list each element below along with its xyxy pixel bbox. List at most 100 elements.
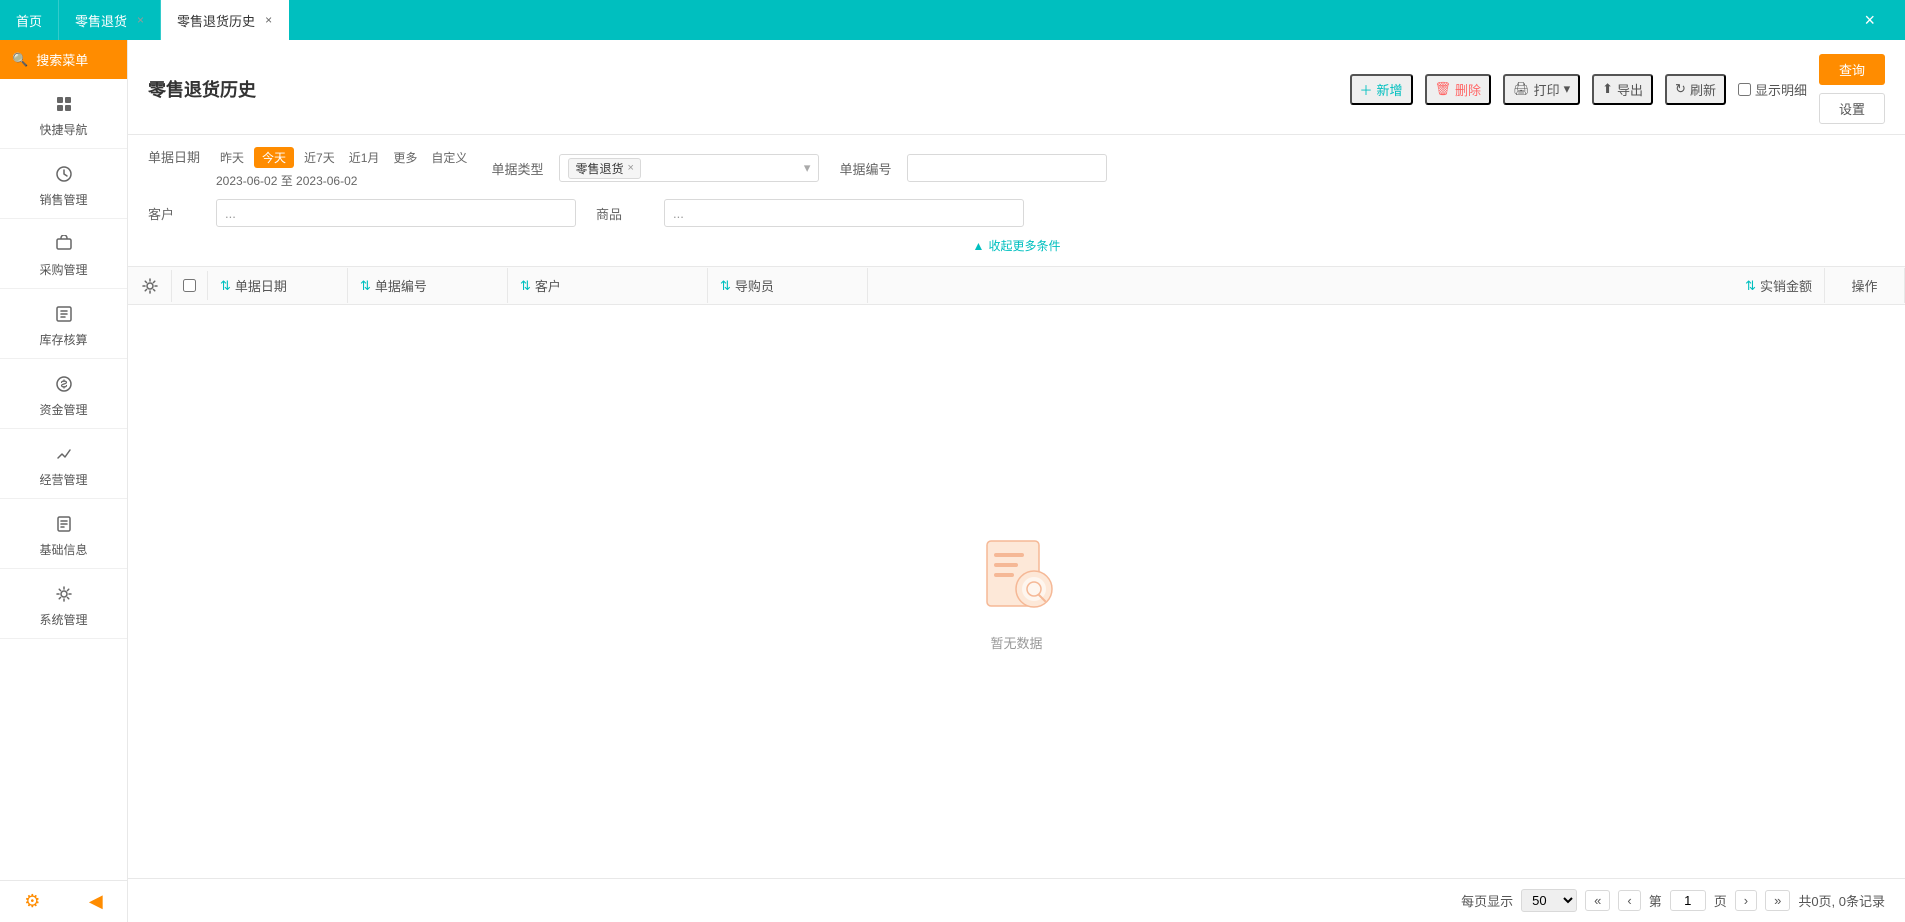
sidebar-item-sales-mgmt[interactable]: 销售管理 <box>0 149 127 219</box>
col-amount-sort-icon: ⇅ <box>1745 278 1756 294</box>
tab-retail-return[interactable]: 零售退货 × <box>59 0 161 40</box>
pagination: 每页显示 50 20 100 « ‹ 第 页 › » 共0页, 0条记录 <box>128 878 1905 922</box>
inventory-icon <box>53 303 75 325</box>
table-area: ⇅ 单据日期 ⇅ 单据编号 ⇅ 客户 ⇅ 导购员 ⇅ 实销金额 <box>128 267 1905 878</box>
prev-page-button[interactable]: ‹ <box>1618 890 1640 911</box>
sidebar-settings-button[interactable]: ⚙ <box>24 891 40 912</box>
doc-num-input[interactable] <box>907 154 1107 182</box>
date-btn-7days[interactable]: 近7天 <box>300 147 339 168</box>
add-button[interactable]: ＋ 新增 <box>1350 74 1413 105</box>
refresh-button[interactable]: ↻ 刷新 <box>1665 74 1726 105</box>
quick-nav-icon <box>53 93 75 115</box>
tab-retail-return-history-close[interactable]: × <box>265 13 272 27</box>
col-customer[interactable]: ⇅ 客户 <box>508 268 708 303</box>
col-amount-label: 实销金额 <box>1760 276 1812 295</box>
first-page-button[interactable]: « <box>1585 890 1610 911</box>
col-guide-label: 导购员 <box>735 276 774 295</box>
date-filter-group: 单据日期 昨天 今天 近7天 近1月 更多 自定义 2023-06-02 至 2… <box>148 147 471 189</box>
basic-info-icon <box>53 513 75 535</box>
empty-illustration <box>972 531 1062 621</box>
add-icon: ＋ <box>1360 80 1373 99</box>
doc-type-dropdown-icon: ▾ <box>804 160 811 176</box>
export-label: 导出 <box>1617 80 1643 99</box>
tab-retail-return-history-label: 零售退货历史 <box>177 11 255 30</box>
delete-button[interactable]: 🗑 删除 <box>1425 74 1492 105</box>
sidebar-search-label: 搜索菜单 <box>36 50 88 69</box>
date-range-display: 2023-06-02 至 2023-06-02 <box>216 172 471 189</box>
page-header: 零售退货历史 ＋ 新增 🗑 删除 🖨 打印 ▾ ⬆ 导出 <box>128 40 1905 135</box>
col-amount[interactable]: ⇅ 实销金额 <box>868 268 1825 303</box>
sidebar-collapse-button[interactable]: ◀ <box>89 891 103 912</box>
sidebar-item-purchase-mgmt[interactable]: 采购管理 <box>0 219 127 289</box>
col-checkbox[interactable] <box>172 271 208 300</box>
date-btn-custom[interactable]: 自定义 <box>427 147 471 168</box>
delete-icon: 🗑 <box>1435 81 1452 97</box>
print-label: 打印 <box>1534 80 1560 99</box>
col-guide[interactable]: ⇅ 导购员 <box>708 268 868 303</box>
sidebar-item-basic-info[interactable]: 基础信息 <box>0 499 127 569</box>
customer-input[interactable]: ... <box>216 199 576 227</box>
sidebar-item-finance[interactable]: 资金管理 <box>0 359 127 429</box>
query-button[interactable]: 查询 <box>1819 54 1885 85</box>
doc-type-select[interactable]: 零售退货 × ▾ <box>559 154 819 182</box>
col-date[interactable]: ⇅ 单据日期 <box>208 268 348 303</box>
date-btn-1month[interactable]: 近1月 <box>345 147 384 168</box>
sidebar-item-system-mgmt-label: 系统管理 <box>39 611 87 628</box>
sidebar-item-quick-nav-label: 快捷导航 <box>39 121 87 138</box>
doc-type-tag-close[interactable]: × <box>627 162 633 174</box>
collapse-button[interactable]: ▲ 收起更多条件 <box>973 237 1061 254</box>
sidebar-item-purchase-mgmt-label: 采购管理 <box>39 261 87 278</box>
tab-retail-return-close[interactable]: × <box>137 13 144 27</box>
system-mgmt-icon <box>53 583 75 605</box>
export-button[interactable]: ⬆ 导出 <box>1592 74 1653 105</box>
page-number-input[interactable] <box>1670 890 1706 911</box>
page-size-select[interactable]: 50 20 100 <box>1521 889 1577 912</box>
total-info: 共0页, 0条记录 <box>1798 891 1885 910</box>
jump-label: 第 <box>1649 891 1662 910</box>
filter-row-collapse: ▲ 收起更多条件 <box>148 237 1885 254</box>
select-all-checkbox[interactable] <box>183 279 196 292</box>
content-area: 零售退货历史 ＋ 新增 🗑 删除 🖨 打印 ▾ ⬆ 导出 <box>128 40 1905 922</box>
show-detail-checkbox-label[interactable]: 显示明细 <box>1738 80 1807 99</box>
sidebar-item-system-mgmt[interactable]: 系统管理 <box>0 569 127 639</box>
sidebar-search[interactable]: 🔍 搜索菜单 <box>0 40 127 79</box>
empty-state: 暂无数据 <box>128 305 1905 878</box>
sidebar-item-operations[interactable]: 经营管理 <box>0 429 127 499</box>
page-size-label: 每页显示 <box>1461 891 1513 910</box>
col-action: 操作 <box>1825 268 1905 303</box>
col-date-label: 单据日期 <box>235 276 287 295</box>
date-btn-yesterday[interactable]: 昨天 <box>216 147 248 168</box>
col-doc-num[interactable]: ⇅ 单据编号 <box>348 268 508 303</box>
export-icon: ⬆ <box>1602 81 1613 97</box>
add-label: 新增 <box>1377 80 1403 99</box>
sidebar-item-inventory[interactable]: 库存核算 <box>0 289 127 359</box>
col-settings[interactable] <box>128 270 172 302</box>
last-page-button[interactable]: » <box>1765 890 1790 911</box>
sidebar-item-quick-nav[interactable]: 快捷导航 <box>0 79 127 149</box>
tab-retail-return-history[interactable]: 零售退货历史 × <box>161 0 289 40</box>
date-btn-today[interactable]: 今天 <box>254 147 294 168</box>
goods-placeholder: ... <box>673 206 684 221</box>
tab-home[interactable]: 首页 <box>0 0 59 40</box>
window-close-button[interactable]: × <box>1854 10 1885 31</box>
col-date-sort-icon: ⇅ <box>220 278 231 294</box>
col-doc-num-sort-icon: ⇅ <box>360 278 371 294</box>
show-detail-checkbox[interactable] <box>1738 83 1751 96</box>
sidebar-item-basic-info-label: 基础信息 <box>39 541 87 558</box>
next-page-button[interactable]: › <box>1735 890 1757 911</box>
goods-filter-group: 商品 ... <box>596 199 1024 227</box>
print-button[interactable]: 🖨 打印 ▾ <box>1503 74 1580 105</box>
setting-button[interactable]: 设置 <box>1819 93 1885 124</box>
col-action-label: 操作 <box>1851 276 1877 295</box>
filter-area: 单据日期 昨天 今天 近7天 近1月 更多 自定义 2023-06-02 至 2… <box>128 135 1905 267</box>
goods-input[interactable]: ... <box>664 199 1024 227</box>
search-icon: 🔍 <box>12 52 28 68</box>
doc-type-label: 单据类型 <box>491 159 551 178</box>
show-detail-label: 显示明细 <box>1755 80 1807 99</box>
page-label: 页 <box>1714 891 1727 910</box>
date-btn-more[interactable]: 更多 <box>389 147 421 168</box>
sidebar-bottom: ⚙ ◀ <box>0 880 127 922</box>
sidebar-item-sales-mgmt-label: 销售管理 <box>39 191 87 208</box>
col-customer-label: 客户 <box>535 276 561 295</box>
doc-num-filter-group: 单据编号 <box>839 154 1107 182</box>
